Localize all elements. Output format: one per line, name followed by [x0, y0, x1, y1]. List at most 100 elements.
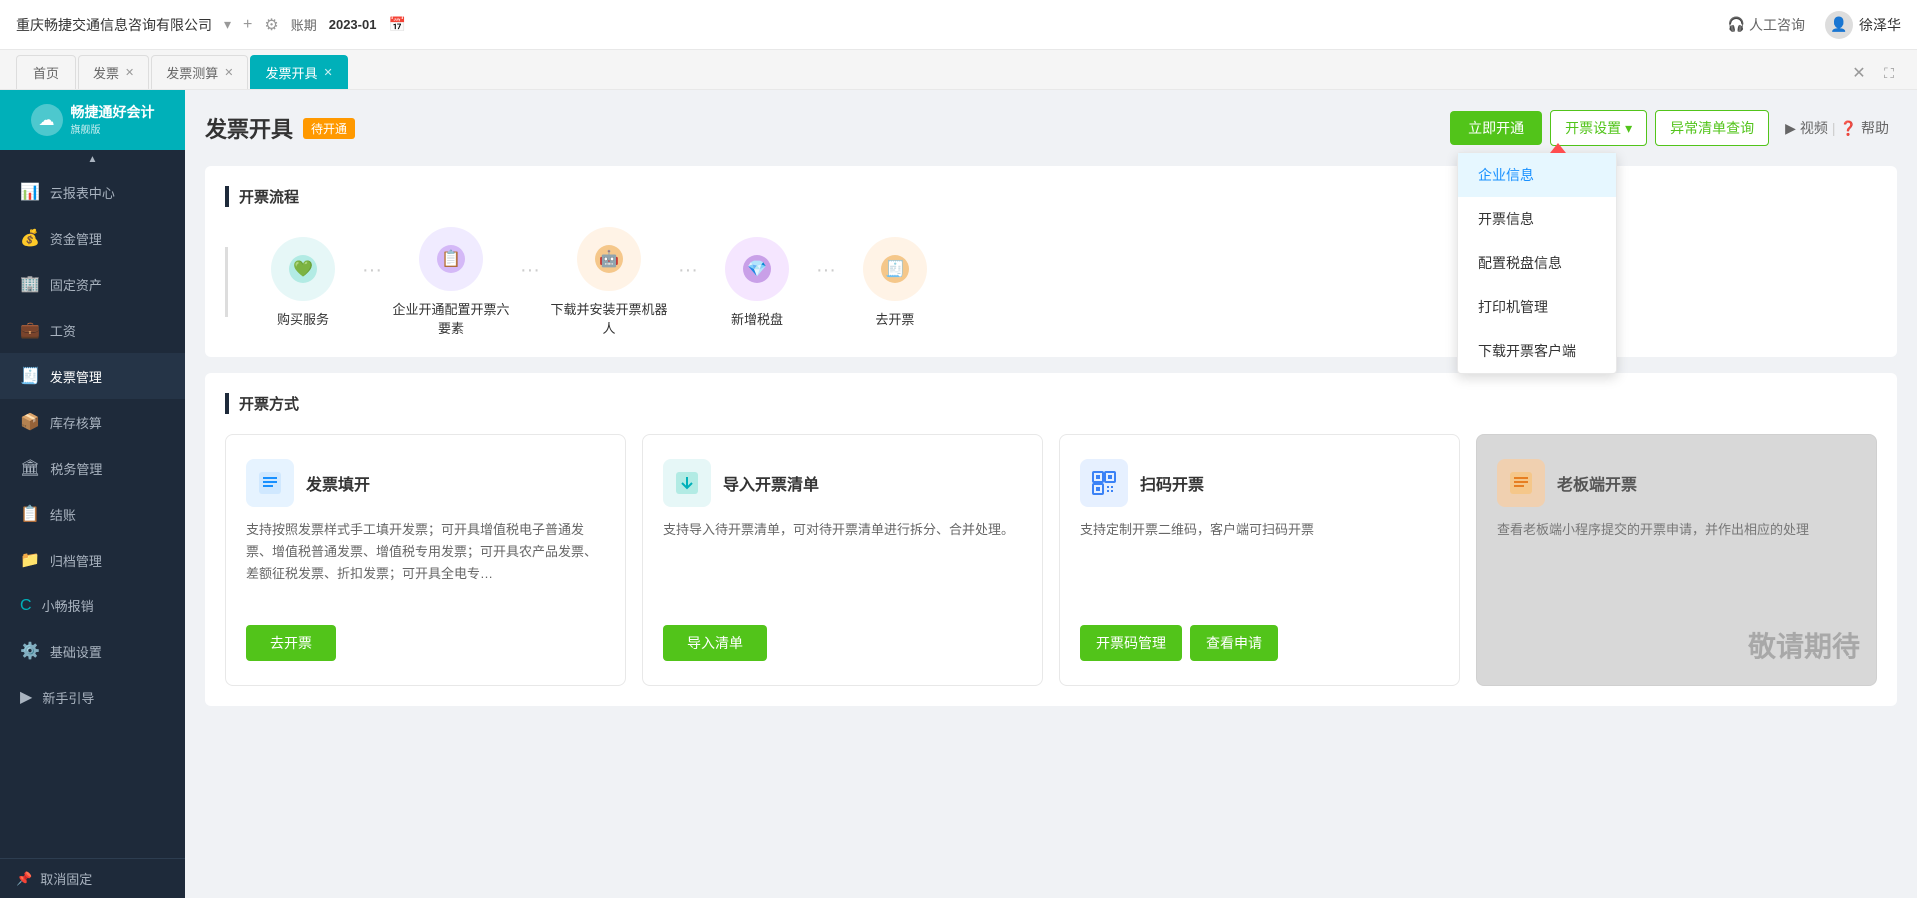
sidebar-item-tax-mgmt[interactable]: 🏛 税务管理 [0, 445, 185, 491]
logo-name: 畅捷通好会计 [71, 104, 155, 121]
boss-invoice-overlay: 敬请期待 [1748, 625, 1860, 665]
sidebar: ☁ 畅捷通好会计 旗舰版 ▲ 📊 云报表中心 💰 资金管理 🏢 固定资产 [0, 90, 185, 898]
import-invoice-title: 导入开票清单 [723, 471, 819, 495]
scan-invoice-btn2[interactable]: 查看申请 [1190, 625, 1278, 661]
tab-invoice[interactable]: 发票 ✕ [78, 55, 149, 89]
tab-home[interactable]: 首页 [16, 55, 76, 89]
settings-icon[interactable]: ⚙ [264, 15, 278, 35]
svg-text:💎: 💎 [747, 260, 767, 278]
tab-invoice-issue[interactable]: 发票开具 ✕ [250, 55, 347, 89]
fill-invoice-icon [246, 459, 294, 507]
tab-invoice-issue-close[interactable]: ✕ [324, 66, 333, 79]
dropdown-item-invoice-info[interactable]: 开票信息 [1458, 197, 1616, 241]
status-badge: 待开通 [303, 118, 355, 139]
user-avatar-icon: 👤 [1825, 11, 1853, 39]
process-divider [225, 247, 228, 317]
consult-btn[interactable]: 🎧 人工咨询 [1728, 15, 1805, 35]
video-btn[interactable]: ▶ 视频 | ❓ 帮助 [1777, 111, 1897, 145]
sidebar-item-new-guide[interactable]: ▶ 新手引导 [0, 674, 185, 720]
svg-text:📋: 📋 [441, 249, 461, 268]
sidebar-item-cloud-report[interactable]: 📊 云报表中心 [0, 169, 185, 215]
inventory-icon: 📦 [20, 412, 40, 432]
dropdown-arrow-indicator [1550, 143, 1566, 153]
tab-close-btn[interactable]: ✕ [1847, 61, 1871, 85]
step5-icon: 🧾 [863, 237, 927, 301]
sidebar-scroll-up[interactable]: ▲ [0, 150, 185, 169]
sidebar-item-fund-mgmt[interactable]: 💰 资金管理 [0, 215, 185, 261]
import-invoice-desc: 支持导入待开票清单，可对待开票清单进行拆分、合并处理。 [663, 519, 1022, 609]
method-card-import: 导入开票清单 支持导入待开票清单，可对待开票清单进行拆分、合并处理。 导入清单 [642, 434, 1043, 686]
sidebar-logo: ☁ 畅捷通好会计 旗舰版 [0, 90, 185, 150]
settlement-icon: 📋 [20, 504, 40, 524]
arrow4: ··· [816, 259, 836, 306]
arrow2: ··· [520, 259, 540, 306]
activate-btn[interactable]: 立即开通 [1450, 111, 1542, 145]
sidebar-items: 📊 云报表中心 💰 资金管理 🏢 固定资产 💼 工资 🧾 发票管理 📦 [0, 169, 185, 858]
dropdown-item-tax-config[interactable]: 配置税盘信息 [1458, 241, 1616, 285]
logo-version: 旗舰版 [71, 121, 155, 136]
boss-invoice-icon [1497, 459, 1545, 507]
settings-dropdown: 企业信息 开票信息 配置税盘信息 打印机管理 下载开票客户端 [1457, 152, 1617, 374]
invoice-mgmt-icon: 🧾 [20, 366, 40, 386]
tab-invoice-calc[interactable]: 发票测算 ✕ [151, 55, 248, 89]
sidebar-item-salary[interactable]: 💼 工资 [0, 307, 185, 353]
dropdown-item-download-client[interactable]: 下载开票客户端 [1458, 329, 1616, 373]
scan-invoice-title: 扫码开票 [1140, 471, 1204, 495]
sidebar-footer[interactable]: 📌 取消固定 [0, 858, 185, 898]
page-title: 发票开具 [205, 112, 293, 144]
methods-section-title: 开票方式 [225, 393, 1877, 414]
main-wrapper: ☁ 畅捷通好会计 旗舰版 ▲ 📊 云报表中心 💰 资金管理 🏢 固定资产 [0, 90, 1917, 898]
add-company-icon[interactable]: + [243, 16, 252, 34]
scan-invoice-icon [1080, 459, 1128, 507]
step2-icon: 📋 [419, 227, 483, 291]
logo-icon: ☁ [31, 104, 63, 136]
video-play-icon: ▶ [1785, 120, 1796, 137]
process-flow: 💚 购买服务 ··· 📋 企业开通配置开票六要素 ··· 🤖 [225, 227, 1877, 337]
tab-bar: 首页 发票 ✕ 发票测算 ✕ 发票开具 ✕ ✕ ⛶ [0, 50, 1917, 90]
scan-invoice-btn1[interactable]: 开票码管理 [1080, 625, 1182, 661]
basic-settings-icon: ⚙️ [20, 641, 40, 661]
sidebar-item-fixed-assets[interactable]: 🏢 固定资产 [0, 261, 185, 307]
boss-invoice-title: 老板端开票 [1557, 471, 1637, 495]
fill-invoice-btn[interactable]: 去开票 [246, 625, 336, 661]
sidebar-item-basic-settings[interactable]: ⚙️ 基础设置 [0, 628, 185, 674]
tax-mgmt-icon: 🏛 [20, 458, 40, 478]
help-question-icon: ❓ [1840, 120, 1857, 137]
fill-invoice-title: 发票填开 [306, 471, 370, 495]
content-area: 发票开具 待开通 立即开通 开票设置 ▾ 异常清单查询 ▶ 视频 | ❓ 帮助 [185, 90, 1917, 898]
pin-icon: 📌 [16, 871, 32, 887]
process-section-title: 开票流程 [225, 186, 1877, 207]
methods-grid: 发票填开 支持按照发票样式手工填开发票；可开具增值税电子普通发票、增值税普通发票… [225, 434, 1877, 686]
svg-text:🧾: 🧾 [885, 259, 905, 278]
user-info[interactable]: 👤 徐泽华 [1825, 11, 1901, 39]
company-dropdown-icon[interactable]: ▾ [224, 16, 231, 33]
sidebar-item-inventory[interactable]: 📦 库存核算 [0, 399, 185, 445]
process-step-3: 🤖 下载并安装开票机器人 [544, 227, 674, 337]
sidebar-item-settlement[interactable]: 📋 结账 [0, 491, 185, 537]
page-header: 发票开具 待开通 立即开通 开票设置 ▾ 异常清单查询 ▶ 视频 | ❓ 帮助 [205, 110, 1897, 146]
headphone-icon: 🎧 [1728, 16, 1745, 33]
svg-text:💚: 💚 [293, 260, 313, 278]
dropdown-item-company-info[interactable]: 企业信息 [1458, 153, 1616, 197]
settings-btn[interactable]: 开票设置 ▾ [1550, 110, 1647, 146]
fill-invoice-desc: 支持按照发票样式手工填开发票；可开具增值税电子普通发票、增值税普通发票、增值税专… [246, 519, 605, 609]
archive-icon: 📁 [20, 550, 40, 570]
process-step-4: 💎 新增税盘 [702, 237, 812, 328]
sidebar-item-archive[interactable]: 📁 归档管理 [0, 537, 185, 583]
sidebar-item-xiaochang[interactable]: C 小畅报销 [0, 583, 185, 628]
exception-btn[interactable]: 异常清单查询 [1655, 110, 1769, 146]
import-invoice-icon [663, 459, 711, 507]
calendar-icon[interactable]: 📅 [388, 16, 405, 33]
method-card-scan: 扫码开票 支持定制开票二维码，客户端可扫码开票 开票码管理 查看申请 [1059, 434, 1460, 686]
dropdown-item-printer-mgmt[interactable]: 打印机管理 [1458, 285, 1616, 329]
process-section: 开票流程 💚 购买服务 ··· 📋 企业开通配置开票六要素 [205, 166, 1897, 357]
tab-invoice-calc-close[interactable]: ✕ [224, 66, 233, 79]
step1-icon: 💚 [271, 237, 335, 301]
company-name: 重庆畅捷交通信息咨询有限公司 [16, 15, 212, 35]
method-card-boss: 老板端开票 查看老板端小程序提交的开票申请，并作出相应的处理 敬请期待 [1476, 434, 1877, 686]
tab-invoice-close[interactable]: ✕ [125, 66, 134, 79]
svg-text:🤖: 🤖 [599, 249, 619, 268]
import-invoice-btn[interactable]: 导入清单 [663, 625, 767, 661]
tab-expand-btn[interactable]: ⛶ [1877, 61, 1901, 85]
sidebar-item-invoice-mgmt[interactable]: 🧾 发票管理 [0, 353, 185, 399]
